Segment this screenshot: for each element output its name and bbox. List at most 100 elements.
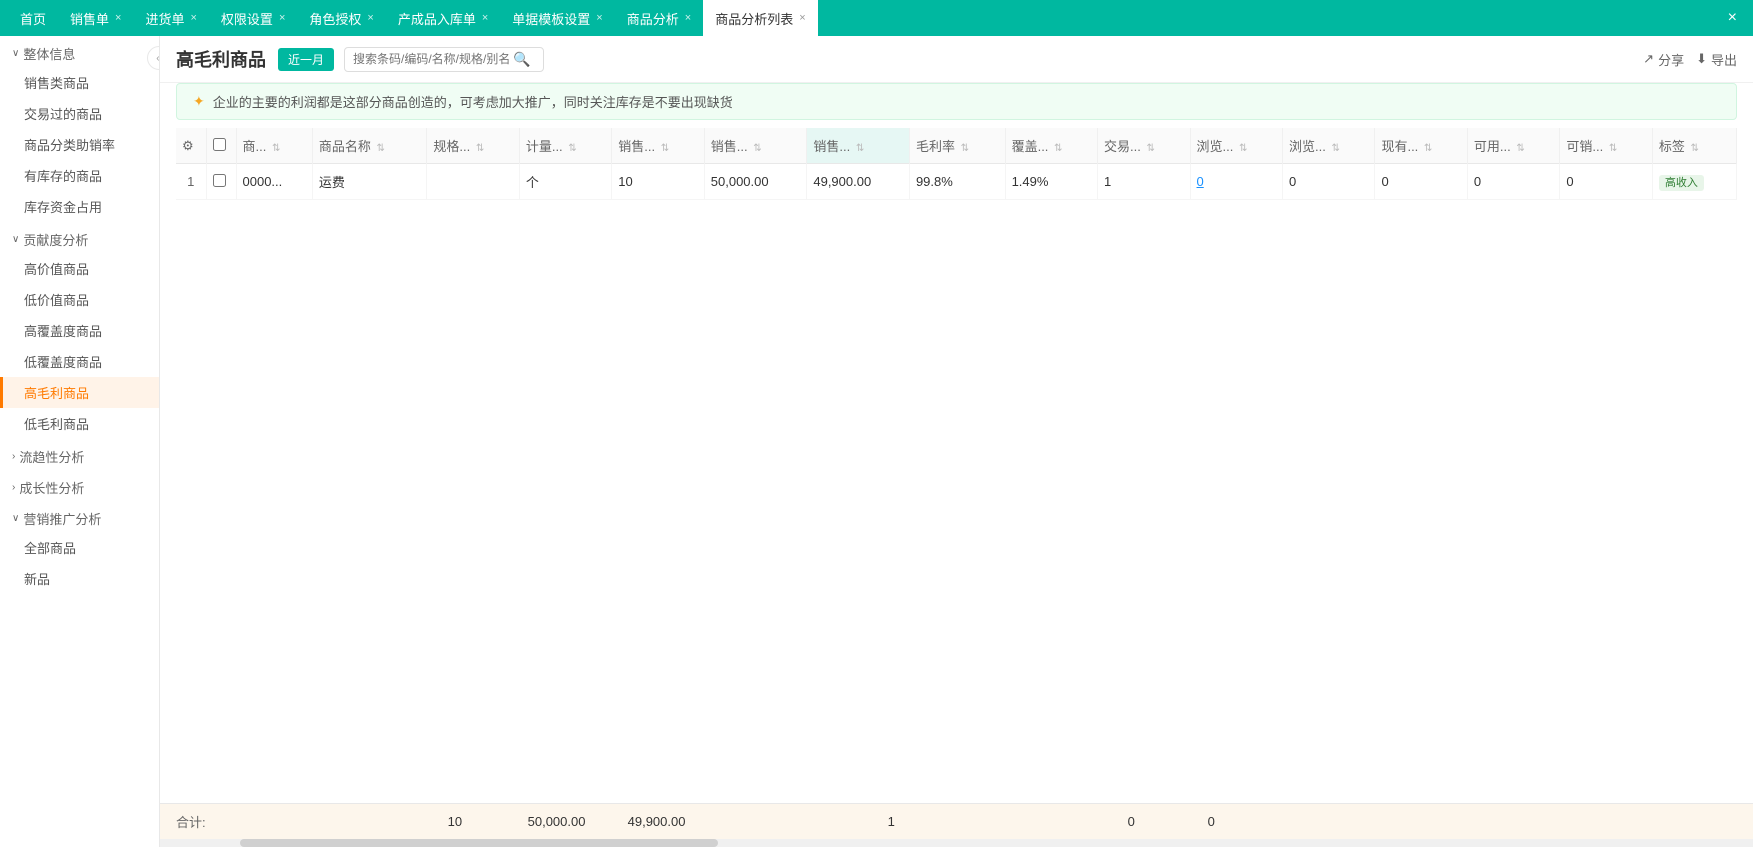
sidebar-item-category-sales-rate[interactable]: 商品分类助销率 [0, 129, 159, 160]
col-sku-header[interactable]: 商... ⇅ [236, 128, 312, 164]
col-available-header[interactable]: 可用... ⇅ [1467, 128, 1559, 164]
search-icon[interactable]: 🔍 [513, 51, 530, 68]
search-input[interactable] [353, 52, 513, 66]
sidebar-item-high-margin[interactable]: 高毛利商品 [0, 377, 159, 408]
col-unit-header[interactable]: 计量... ⇅ [519, 128, 611, 164]
col-spec-label: 规格... [433, 139, 470, 154]
col-sale-amt1-label: 销售... [711, 139, 748, 154]
nav-purchase-order-close[interactable]: × [190, 12, 196, 24]
col-coverage-header[interactable]: 覆盖... ⇅ [1005, 128, 1097, 164]
sidebar-group-growth[interactable]: › 成长性分析 [0, 470, 159, 501]
sidebar-item-new-goods[interactable]: 新品 [0, 563, 159, 594]
sidebar-item-all-goods[interactable]: 全部商品 [0, 532, 159, 563]
nav-product-analysis-list-label: 商品分析列表 [715, 9, 793, 28]
nav-doc-template[interactable]: 单据模板设置 × [500, 0, 614, 36]
sort-sku-icon: ⇅ [272, 143, 280, 154]
col-tag-label: 标签 [1659, 139, 1685, 154]
table-container[interactable]: ⚙ 商... ⇅ 商品名称 ⇅ [160, 128, 1753, 803]
col-sale-qty-label: 销售... [618, 139, 655, 154]
time-filter-button[interactable]: 近一月 [278, 48, 334, 71]
col-sale-amt2-header[interactable]: 销售... ⇅ [807, 128, 910, 164]
col-sku-label: 商... [243, 139, 267, 154]
sidebar-item-traded-goods[interactable]: 交易过的商品 [0, 98, 159, 129]
nav-permission-settings[interactable]: 权限设置 × [209, 0, 297, 36]
sidebar-item-inventory-capital[interactable]: 库存资金占用 [0, 191, 159, 222]
sidebar-item-in-stock-goods[interactable]: 有库存的商品 [0, 160, 159, 191]
col-sale-amt2-label: 销售... [813, 139, 850, 154]
sort-name-icon: ⇅ [377, 143, 385, 154]
footer-cells: 10 50,000.00 49,900.00 1 0 0 [222, 814, 1737, 829]
nav-product-inbound-close[interactable]: × [482, 12, 488, 24]
nav-product-analysis-close[interactable]: × [685, 12, 691, 24]
sidebar-item-high-value[interactable]: 高价值商品 [0, 253, 159, 284]
sidebar-group-overall[interactable]: ∨ 整体信息 [0, 36, 159, 67]
export-button[interactable]: ⬇ 导出 [1696, 50, 1737, 69]
col-browse2-header[interactable]: 浏览... ⇅ [1282, 128, 1374, 164]
nav-product-analysis-list[interactable]: 商品分析列表 × [703, 0, 817, 36]
footer-sale-qty: 10 [442, 814, 522, 829]
col-settings[interactable]: ⚙ [176, 128, 206, 164]
row-trade: 1 [1098, 164, 1190, 200]
nav-role-auth[interactable]: 角色授权 × [297, 0, 385, 36]
sidebar-group-marketing[interactable]: ∨ 营销推广分析 [0, 501, 159, 532]
nav-role-auth-label: 角色授权 [309, 9, 361, 28]
col-saleable-header[interactable]: 可销... ⇅ [1560, 128, 1652, 164]
row-checkbox-cell[interactable] [206, 164, 236, 200]
sidebar-item-sales-goods[interactable]: 销售类商品 [0, 67, 159, 98]
sidebar-group-overall-arrow: ∨ [12, 48, 19, 59]
nav-permission-settings-close[interactable]: × [279, 12, 285, 24]
nav-role-auth-close[interactable]: × [367, 12, 373, 24]
footer-empty4 [962, 814, 1042, 829]
sidebar-group-trend-arrow: › [12, 451, 15, 462]
nav-sales-order[interactable]: 销售单 × [58, 0, 133, 36]
col-sale-qty-header[interactable]: 销售... ⇅ [612, 128, 704, 164]
nav-doc-template-label: 单据模板设置 [512, 9, 590, 28]
horizontal-scrollbar[interactable] [160, 839, 1753, 847]
sort-gross-margin-icon: ⇅ [961, 143, 969, 154]
share-button[interactable]: ↗ 分享 [1643, 50, 1684, 69]
sidebar-item-high-coverage[interactable]: 高覆盖度商品 [0, 315, 159, 346]
select-all-checkbox[interactable] [213, 138, 226, 151]
col-tag-header[interactable]: 标签 ⇅ [1652, 128, 1736, 164]
col-sale-amt1-header[interactable]: 销售... ⇅ [704, 128, 807, 164]
footer-empty3 [802, 814, 882, 829]
row-browse1[interactable]: 0 [1190, 164, 1282, 200]
nav-home[interactable]: 首页 [8, 0, 58, 36]
sidebar-item-low-value[interactable]: 低价值商品 [0, 284, 159, 315]
nav-sales-order-close[interactable]: × [115, 12, 121, 24]
info-icon: ✦ [193, 93, 205, 110]
sidebar-item-low-margin[interactable]: 低毛利商品 [0, 408, 159, 439]
col-gross-margin-header[interactable]: 毛利率 ⇅ [909, 128, 1005, 164]
row-coverage: 1.49% [1005, 164, 1097, 200]
sidebar-group-contribution-label: 贡献度分析 [23, 230, 88, 249]
nav-permission-settings-label: 权限设置 [221, 9, 273, 28]
col-spec-header[interactable]: 规格... ⇅ [427, 128, 519, 164]
row-sku: 0000... [236, 164, 312, 200]
search-box: 🔍 [344, 47, 544, 72]
row-name: 运费 [312, 164, 426, 200]
top-navigation: 首页 销售单 × 进货单 × 权限设置 × 角色授权 × 产成品入库单 × 单据… [0, 0, 1753, 36]
close-all-tabs-button[interactable]: × [1720, 9, 1745, 27]
content-area: 高毛利商品 近一月 🔍 ↗ 分享 ⬇ 导出 ✦ 企业的主要的利润都是这部分商品创… [160, 36, 1753, 847]
sidebar-group-contribution[interactable]: ∨ 贡献度分析 [0, 222, 159, 253]
sidebar-group-trend[interactable]: › 流趋性分析 [0, 439, 159, 470]
nav-product-analysis-list-close[interactable]: × [799, 12, 805, 24]
nav-doc-template-close[interactable]: × [596, 12, 602, 24]
nav-product-analysis[interactable]: 商品分析 × [615, 0, 703, 36]
nav-product-inbound[interactable]: 产成品入库单 × [386, 0, 500, 36]
header-actions: ↗ 分享 ⬇ 导出 [1643, 50, 1737, 69]
row-checkbox[interactable] [213, 174, 226, 187]
nav-purchase-order[interactable]: 进货单 × [133, 0, 208, 36]
row-sale-amt2: 49,900.00 [807, 164, 910, 200]
col-name-header[interactable]: 商品名称 ⇅ [312, 128, 426, 164]
col-checkbox[interactable] [206, 128, 236, 164]
col-trade-header[interactable]: 交易... ⇅ [1098, 128, 1190, 164]
col-current-label: 现有... [1381, 139, 1418, 154]
product-table: ⚙ 商... ⇅ 商品名称 ⇅ [176, 128, 1737, 200]
sidebar-item-low-coverage[interactable]: 低覆盖度商品 [0, 346, 159, 377]
row-seq: 1 [176, 164, 206, 200]
col-current-header[interactable]: 现有... ⇅ [1375, 128, 1467, 164]
col-browse1-header[interactable]: 浏览... ⇅ [1190, 128, 1282, 164]
footer-empty1 [222, 814, 442, 829]
export-icon: ⬇ [1696, 51, 1707, 67]
